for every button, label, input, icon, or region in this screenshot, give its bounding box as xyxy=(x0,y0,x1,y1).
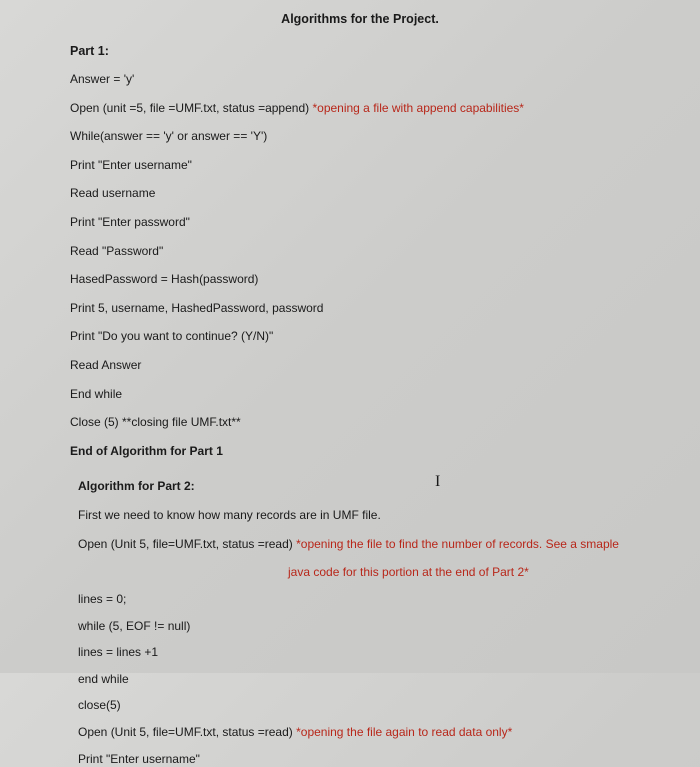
code-line: Open (Unit 5, file=UMF.txt, status =read… xyxy=(78,725,650,741)
code-text: Read "Password" xyxy=(70,244,163,258)
code-line: Open (unit =5, file =UMF.txt, status =ap… xyxy=(70,101,650,117)
code-line: End while xyxy=(70,387,650,403)
code-line: HasedPassword = Hash(password) xyxy=(70,272,650,288)
code-line: lines = lines +1 xyxy=(78,645,650,661)
code-line: end while xyxy=(78,672,650,688)
code-text: Open (Unit 5, file=UMF.txt, status =read… xyxy=(78,725,296,739)
code-text: Open (unit =5, file =UMF.txt, status =ap… xyxy=(70,101,312,115)
code-text: Print "Do you want to continue? (Y/N)" xyxy=(70,329,273,343)
code-text: End of Algorithm for Part 1 xyxy=(70,444,223,458)
code-text: Print "Enter username" xyxy=(70,158,192,172)
part2-block: I Algorithm for Part 2: First we need to… xyxy=(70,479,650,767)
code-line: Read username xyxy=(70,186,650,202)
part1-header: Part 1: xyxy=(70,44,650,58)
code-comment-cont: java code for this portion at the end of… xyxy=(288,565,650,579)
code-text: Close (5) **closing file UMF.txt** xyxy=(70,415,241,429)
code-line: while (5, EOF != null) xyxy=(78,619,650,635)
code-text: Read username xyxy=(70,186,155,200)
code-text: Print 5, username, HashedPassword, passw… xyxy=(70,301,323,315)
code-text: Read Answer xyxy=(70,358,141,372)
code-line: Open (Unit 5, file=UMF.txt, status =read… xyxy=(78,537,650,553)
code-comment: *opening the file to find the number of … xyxy=(296,537,619,551)
code-text: Print "Enter password" xyxy=(70,215,190,229)
code-line: Answer = 'y' xyxy=(70,72,650,88)
page-title: Algorithms for the Project. xyxy=(70,12,650,26)
part2-header: Algorithm for Part 2: xyxy=(78,479,650,495)
text-cursor: I xyxy=(435,473,440,491)
code-text: End while xyxy=(70,387,122,401)
intro-line: First we need to know how many records a… xyxy=(78,508,650,524)
code-line: Read Answer xyxy=(70,358,650,374)
document-page: Algorithms for the Project. Part 1: Answ… xyxy=(0,12,700,767)
code-text: While(answer == 'y' or answer == 'Y') xyxy=(70,129,267,143)
code-line: close(5) xyxy=(78,698,650,714)
code-line: End of Algorithm for Part 1 xyxy=(70,444,650,460)
code-line: Print "Do you want to continue? (Y/N)" xyxy=(70,329,650,345)
code-comment: *opening a file with append capabilities… xyxy=(312,101,523,115)
code-line: Close (5) **closing file UMF.txt** xyxy=(70,415,650,431)
code-line: Read "Password" xyxy=(70,244,650,260)
code-text: Answer = 'y' xyxy=(70,72,134,86)
code-line: Print 5, username, HashedPassword, passw… xyxy=(70,301,650,317)
code-line: Print "Enter username" xyxy=(78,752,650,767)
code-comment: *opening the file again to read data onl… xyxy=(296,725,512,739)
code-line: Print "Enter username" xyxy=(70,158,650,174)
code-line: lines = 0; xyxy=(78,592,650,608)
code-text: HasedPassword = Hash(password) xyxy=(70,272,258,286)
code-line: Print "Enter password" xyxy=(70,215,650,231)
code-text: Open (Unit 5, file=UMF.txt, status =read… xyxy=(78,537,296,551)
code-line: While(answer == 'y' or answer == 'Y') xyxy=(70,129,650,145)
